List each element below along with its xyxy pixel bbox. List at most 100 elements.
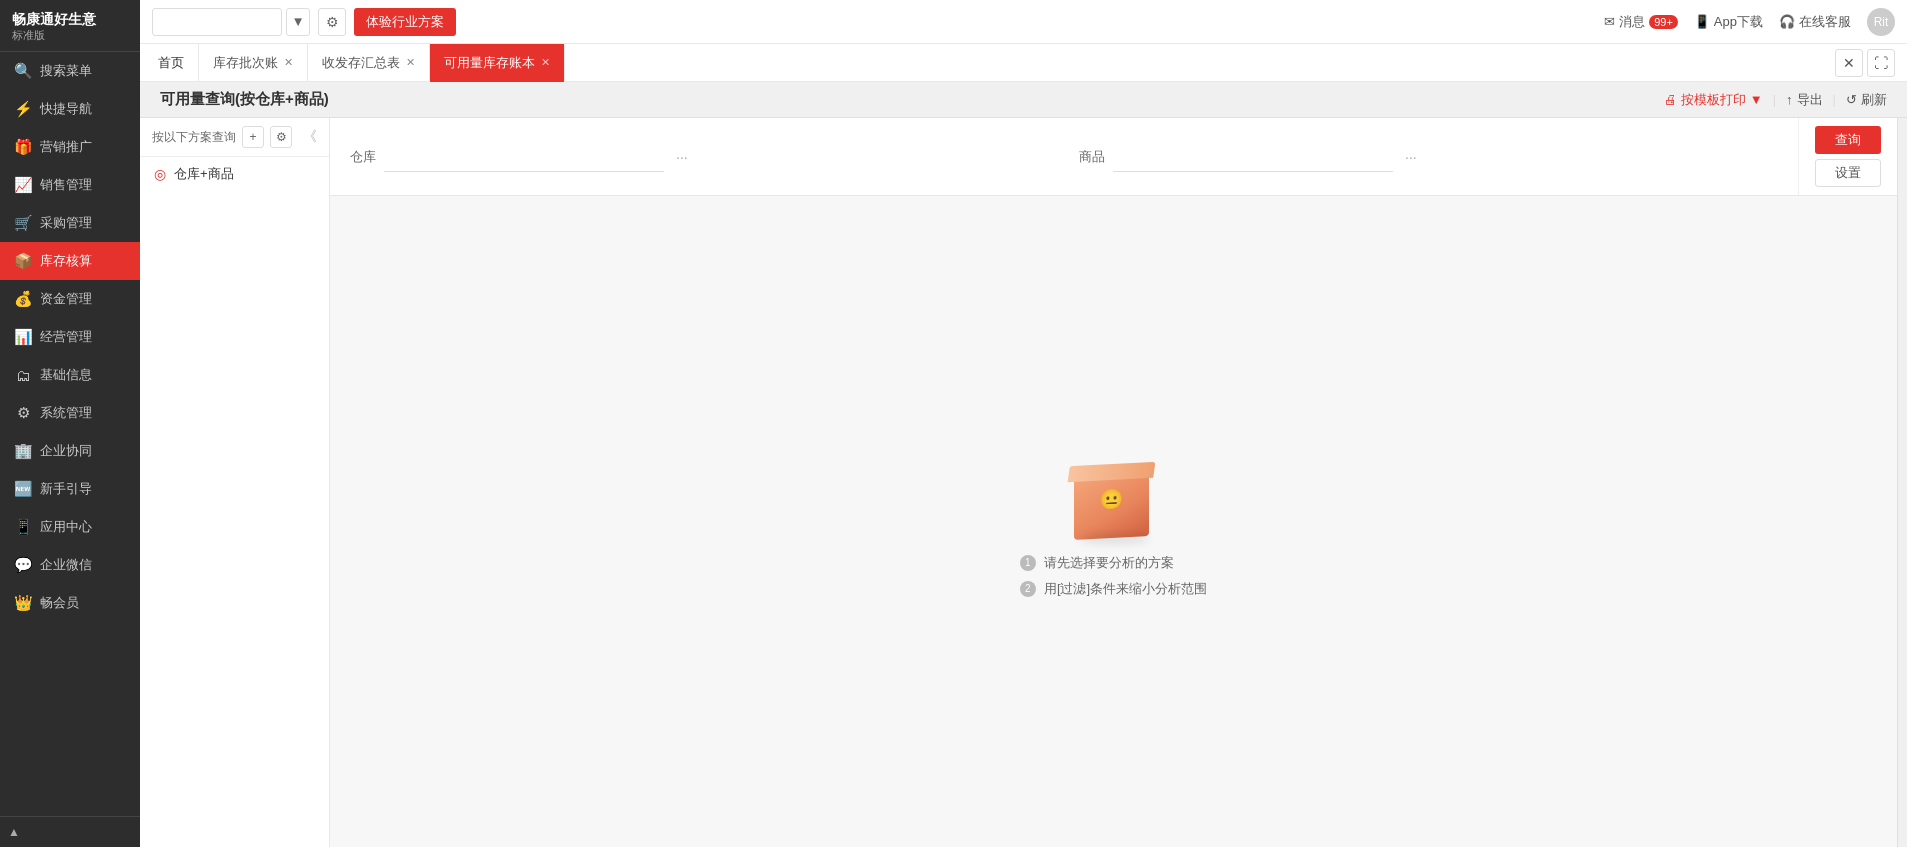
search-icon: 🔍 — [14, 62, 32, 80]
sidebar-item-inventory[interactable]: 📦 库存核算 — [0, 242, 140, 280]
finance-icon: 💰 — [14, 290, 32, 308]
tab-maximize-button[interactable]: ⛶ — [1867, 49, 1895, 77]
tab-receive-summary-label: 收发存汇总表 — [322, 54, 400, 72]
tab-receive-summary[interactable]: 收发存汇总表 ✕ — [308, 44, 430, 82]
topbar: ▼ ⚙ 体验行业方案 ✉ 消息 99+ 📱 App下载 🎧 在线客服 Rit — [140, 0, 1907, 44]
page-title: 可用量查询(按仓库+商品) — [160, 90, 1664, 109]
sidebar-item-sales[interactable]: 📈 销售管理 — [0, 166, 140, 204]
tab-available-inventory[interactable]: 可用量库存账本 ✕ — [430, 44, 565, 82]
system-icon: ⚙ — [14, 404, 32, 422]
tab-available-inventory-label: 可用量库存账本 — [444, 54, 535, 72]
tab-receive-summary-close[interactable]: ✕ — [406, 56, 415, 69]
scheme-header-label: 按以下方案查询 — [152, 129, 236, 146]
sidebar-item-label: 营销推广 — [40, 138, 92, 156]
operations-icon: 📊 — [14, 328, 32, 346]
warehouse-filter-label: 仓库 — [350, 148, 376, 166]
tab-home[interactable]: 首页 — [144, 44, 199, 82]
user-button[interactable]: Rit — [1867, 8, 1895, 36]
app-name: 畅康通好生意 — [12, 10, 128, 28]
sidebar: 畅康通好生意 标准版 🔍 搜索菜单 ⚡ 快捷导航 🎁 营销推广 📈 销售管理 🛒… — [0, 0, 140, 847]
sidebar-item-purchase[interactable]: 🛒 采购管理 — [0, 204, 140, 242]
scheme-settings-button[interactable]: ⚙ — [270, 126, 292, 148]
service-label: 在线客服 — [1799, 13, 1851, 31]
step2-num: 2 — [1020, 581, 1036, 597]
sidebar-item-system[interactable]: ⚙ 系统管理 — [0, 394, 140, 432]
sidebar-item-member[interactable]: 👑 畅会员 — [0, 584, 140, 622]
scheme-item-warehouse-product[interactable]: ◎ 仓库+商品 — [140, 157, 329, 191]
sales-icon: 📈 — [14, 176, 32, 194]
tab-close-button[interactable]: ✕ — [1835, 49, 1863, 77]
sidebar-item-wechat[interactable]: 💬 企业微信 — [0, 546, 140, 584]
sidebar-item-shortcuts[interactable]: ⚡ 快捷导航 — [0, 90, 140, 128]
sidebar-item-enterprise[interactable]: 🏢 企业协同 — [0, 432, 140, 470]
empty-step2: 2 用[过滤]条件来缩小分析范围 — [1020, 580, 1207, 598]
filter-group-product: 商品 ··· — [1079, 142, 1778, 172]
box-face: 😐 — [1099, 486, 1124, 511]
product-filter-label: 商品 — [1079, 148, 1105, 166]
message-icon: ✉ — [1604, 14, 1615, 29]
refresh-button[interactable]: ↺ 刷新 — [1846, 91, 1887, 109]
product-more-button[interactable]: ··· — [1401, 149, 1421, 165]
filter-row: 仓库 ··· 商品 ··· 查询 设置 — [330, 118, 1897, 196]
sidebar-item-label: 采购管理 — [40, 214, 92, 232]
app-version: 标准版 — [12, 28, 128, 43]
sidebar-item-label: 畅会员 — [40, 594, 79, 612]
sidebar-item-label: 应用中心 — [40, 518, 92, 536]
sidebar-item-basic[interactable]: 🗂 基础信息 — [0, 356, 140, 394]
search-input[interactable] — [152, 8, 282, 36]
sidebar-item-label: 系统管理 — [40, 404, 92, 422]
sidebar-item-appcenter[interactable]: 📱 应用中心 — [0, 508, 140, 546]
marketing-icon: 🎁 — [14, 138, 32, 156]
basic-icon: 🗂 — [14, 367, 32, 384]
empty-text: 1 请先选择要分析的方案 2 用[过滤]条件来缩小分析范围 — [1020, 554, 1207, 606]
sidebar-item-finance[interactable]: 💰 资金管理 — [0, 280, 140, 318]
inventory-icon: 📦 — [14, 252, 32, 270]
tab-available-inventory-close[interactable]: ✕ — [541, 56, 550, 69]
industry-button[interactable]: 体验行业方案 — [354, 8, 456, 36]
app-download-label: App下载 — [1714, 13, 1763, 31]
empty-illustration: 😐 — [1059, 438, 1169, 538]
sidebar-logo: 畅康通好生意 标准版 — [0, 0, 140, 52]
topbar-gear-button[interactable]: ⚙ — [318, 8, 346, 36]
service-icon: 🎧 — [1779, 14, 1795, 29]
warehouse-more-button[interactable]: ··· — [672, 149, 692, 165]
sidebar-item-operations[interactable]: 📊 经营管理 — [0, 318, 140, 356]
step1-num: 1 — [1020, 555, 1036, 571]
sidebar-item-label: 资金管理 — [40, 290, 92, 308]
scheme-item-label: 仓库+商品 — [174, 165, 234, 183]
search-dropdown-button[interactable]: ▼ — [286, 8, 310, 36]
sidebar-item-label: 企业协同 — [40, 442, 92, 460]
sidebar-item-marketing[interactable]: 🎁 营销推广 — [0, 128, 140, 166]
scheme-collapse-button[interactable]: 《 — [303, 128, 317, 146]
collapse-icon: ▲ — [8, 825, 20, 839]
sidebar-bottom: ▲ — [0, 816, 140, 847]
tab-inventory-batch-close[interactable]: ✕ — [284, 56, 293, 69]
sidebar-item-label: 新手引导 — [40, 480, 92, 498]
message-badge: 99+ — [1649, 15, 1678, 29]
filter-settings-button[interactable]: 设置 — [1815, 159, 1881, 187]
tab-home-label: 首页 — [158, 54, 184, 72]
content-area: 按以下方案查询 + ⚙ 《 ◎ 仓库+商品 仓库 ··· — [140, 118, 1907, 847]
sidebar-item-label: 快捷导航 — [40, 100, 92, 118]
message-button[interactable]: ✉ 消息 99+ — [1604, 13, 1678, 31]
message-label: 消息 — [1619, 13, 1645, 31]
query-button[interactable]: 查询 — [1815, 126, 1881, 154]
app-icon: 📱 — [1694, 14, 1710, 29]
sidebar-item-guide[interactable]: 🆕 新手引导 — [0, 470, 140, 508]
data-area: 😐 1 请先选择要分析的方案 2 — [330, 196, 1897, 847]
user-avatar: Rit — [1867, 8, 1895, 36]
tab-inventory-batch[interactable]: 库存批次账 ✕ — [199, 44, 308, 82]
user-name: Rit — [1874, 15, 1889, 29]
sidebar-item-search[interactable]: 🔍 搜索菜单 — [0, 52, 140, 90]
shortcuts-icon: ⚡ — [14, 100, 32, 118]
scheme-add-button[interactable]: + — [242, 126, 264, 148]
product-filter-input[interactable] — [1113, 142, 1393, 172]
print-dropdown-icon: ▼ — [1750, 92, 1763, 107]
app-download-button[interactable]: 📱 App下载 — [1694, 13, 1763, 31]
print-button[interactable]: 🖨 按模板打印 ▼ — [1664, 91, 1763, 109]
warehouse-filter-input[interactable] — [384, 142, 664, 172]
online-service-button[interactable]: 🎧 在线客服 — [1779, 13, 1851, 31]
enterprise-icon: 🏢 — [14, 442, 32, 460]
export-button[interactable]: ↑ 导出 — [1786, 91, 1823, 109]
page-actions: 🖨 按模板打印 ▼ | ↑ 导出 | ↺ 刷新 — [1664, 91, 1887, 109]
